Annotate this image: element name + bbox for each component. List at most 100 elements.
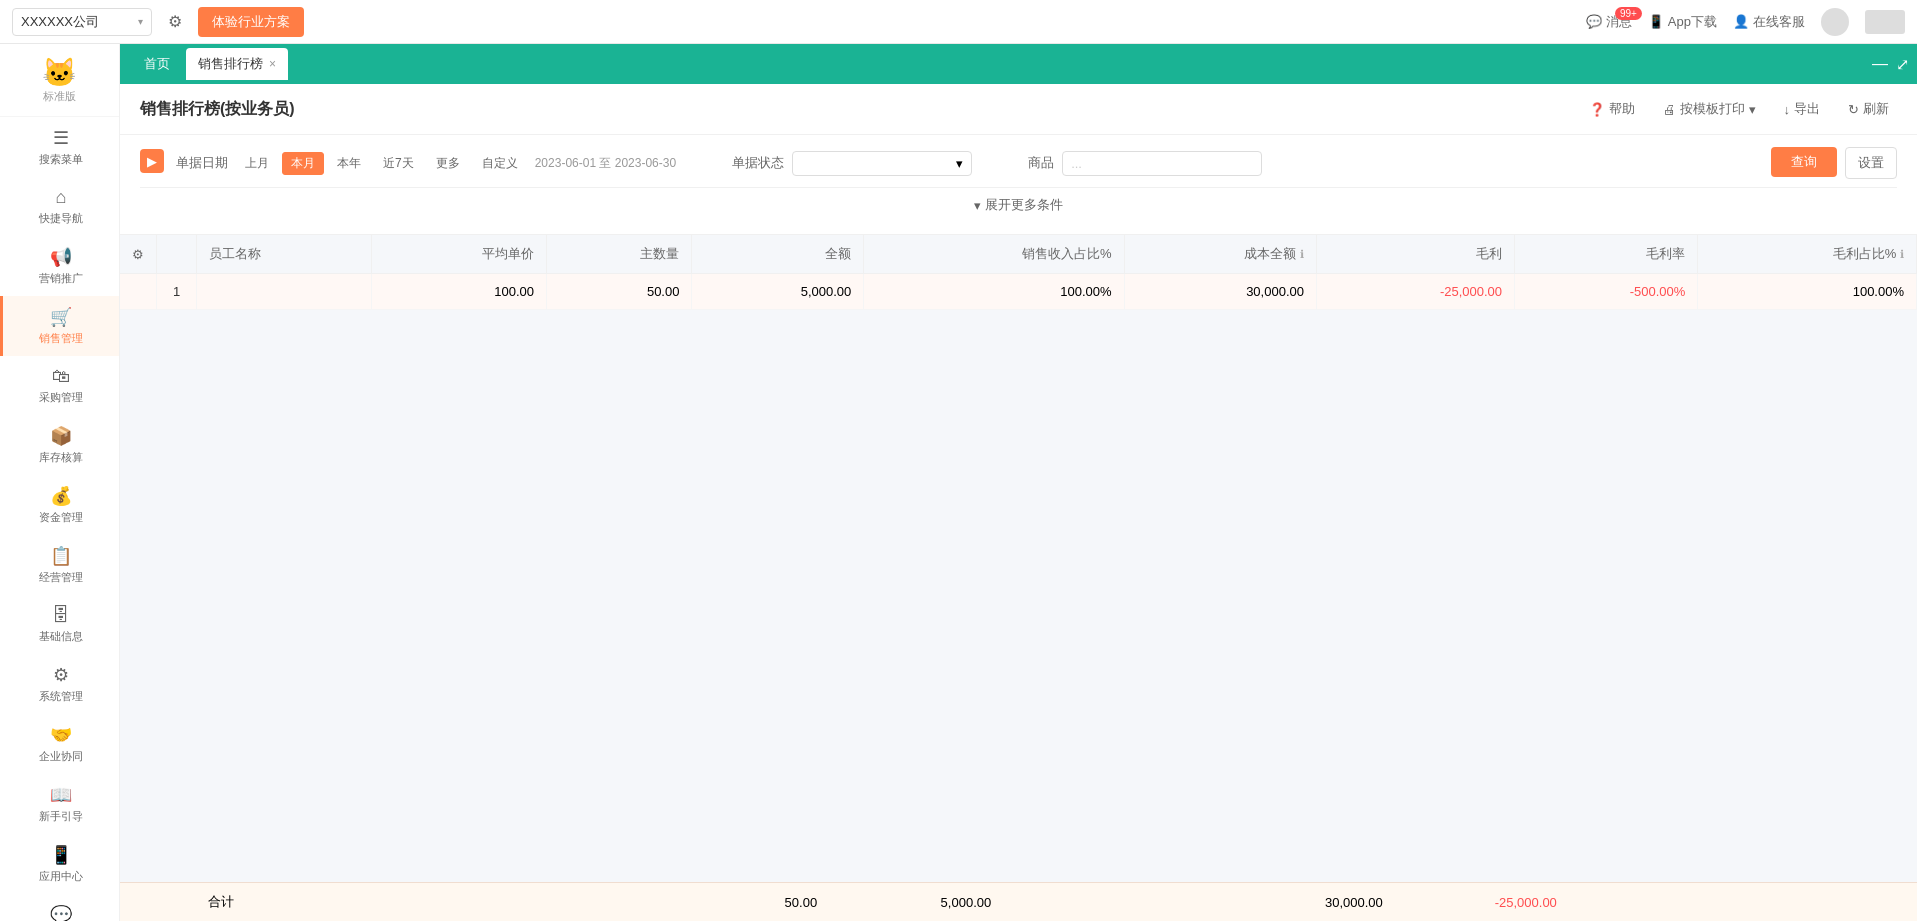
collab-icon: 🤝 bbox=[50, 724, 72, 746]
tab-minimize-button[interactable]: — bbox=[1872, 55, 1888, 73]
sidebar-item-base[interactable]: 🗄 基础信息 bbox=[0, 595, 119, 654]
date-current-btn[interactable]: 本月 bbox=[282, 152, 324, 175]
date-prev-btn[interactable]: 上月 bbox=[236, 152, 278, 175]
sidebar-item-apps[interactable]: 📱 应用中心 bbox=[0, 834, 119, 894]
tab-sales-ranking[interactable]: 销售排行榜 × bbox=[186, 48, 288, 80]
user-name[interactable] bbox=[1865, 10, 1905, 34]
refresh-button[interactable]: ↻ 刷新 bbox=[1840, 96, 1897, 122]
message-badge: 99+ bbox=[1615, 7, 1642, 20]
sidebar-item-wechat[interactable]: 💬 企业微信 bbox=[0, 894, 119, 921]
sidebar-item-collab[interactable]: 🤝 企业协同 bbox=[0, 714, 119, 774]
marketing-icon: 📢 bbox=[50, 246, 72, 268]
inventory-icon: 📦 bbox=[50, 425, 72, 447]
td-qty: 50.00 bbox=[547, 274, 692, 310]
sidebar: 🐱 标准版 ☰ 搜索菜单 ⌂ 快捷导航 📢 营销推广 🛒 销售管理 🛍 采购管理… bbox=[0, 44, 120, 921]
print-button[interactable]: 🖨 按模板打印 ▾ bbox=[1655, 96, 1764, 122]
content-area: 首页 销售排行榜 × — ⤢ 销售排行榜(按业务员) ❓ 帮助 bbox=[120, 44, 1917, 921]
table-wrapper[interactable]: ⚙ 员工名称 平均单价 主数量 全额 销售收入占比% 成本全额 ℹ 毛 bbox=[120, 235, 1917, 882]
td-profit: -25,000.00 bbox=[1316, 274, 1514, 310]
td-sales-pct: 100.00% bbox=[864, 274, 1124, 310]
refresh-icon: ↻ bbox=[1848, 102, 1859, 117]
sidebar-item-marketing[interactable]: 📢 营销推广 bbox=[0, 236, 119, 296]
filter-expand-arrow[interactable]: ▶ bbox=[140, 149, 164, 173]
th-sales-pct: 销售收入占比% bbox=[864, 235, 1124, 274]
date-custom-btn[interactable]: 自定义 bbox=[473, 152, 527, 175]
date-7days-btn[interactable]: 近7天 bbox=[374, 152, 423, 175]
sidebar-item-sales[interactable]: 🛒 销售管理 bbox=[0, 296, 119, 356]
system-icon: ⚙ bbox=[53, 664, 69, 686]
expand-row: ▾ 展开更多条件 bbox=[140, 187, 1897, 222]
sidebar-item-inventory[interactable]: 📦 库存核算 bbox=[0, 415, 119, 475]
th-profit-pct: 毛利占比% ℹ bbox=[1698, 235, 1917, 274]
help-icon: ❓ bbox=[1589, 102, 1605, 117]
finance-icon: 💰 bbox=[50, 485, 72, 507]
sidebar-item-business[interactable]: 📋 经营管理 bbox=[0, 535, 119, 595]
th-qty: 主数量 bbox=[547, 235, 692, 274]
export-button[interactable]: ↓ 导出 bbox=[1776, 96, 1829, 122]
date-year-btn[interactable]: 本年 bbox=[328, 152, 370, 175]
expand-more-button[interactable]: ▾ 展开更多条件 bbox=[974, 196, 1063, 214]
apps-icon: 📱 bbox=[50, 844, 72, 866]
sidebar-item-guide[interactable]: 📖 新手引导 bbox=[0, 774, 119, 834]
filter-actions: 查询 设置 bbox=[1771, 147, 1897, 179]
company-selector[interactable]: XXXXXX公司 ▾ bbox=[12, 8, 152, 36]
date-more-btn[interactable]: 更多 bbox=[427, 152, 469, 175]
sidebar-item-purchase[interactable]: 🛍 采购管理 bbox=[0, 356, 119, 415]
tab-close-icon[interactable]: × bbox=[269, 57, 276, 71]
table-footer: 合计 50.00 5,000.00 30,000.00 -25,000.00 bbox=[120, 882, 1917, 921]
sidebar-logo: 🐱 标准版 bbox=[0, 44, 119, 117]
filter-area: ▶ 单据日期 上月 本月 本年 近7天 更多 bbox=[120, 135, 1917, 235]
export-icon: ↓ bbox=[1784, 102, 1791, 117]
sidebar-label-purchase: 采购管理 bbox=[39, 390, 83, 405]
top-bar: XXXXXX公司 ▾ ⚙ 体验行业方案 💬 消息 99+ 📱 App下载 👤 在… bbox=[0, 0, 1917, 44]
tab-bar: 首页 销售排行榜 × — ⤢ bbox=[120, 44, 1917, 84]
trial-button[interactable]: 体验行业方案 bbox=[198, 7, 304, 37]
th-profit-rate: 毛利率 bbox=[1515, 235, 1698, 274]
goods-input[interactable]: ... bbox=[1062, 151, 1262, 176]
sidebar-item-shortcut[interactable]: ⌂ 快捷导航 bbox=[0, 177, 119, 236]
sidebar-item-finance[interactable]: 💰 资金管理 bbox=[0, 475, 119, 535]
th-name: 员工名称 bbox=[197, 235, 372, 274]
service-button[interactable]: 👤 在线客服 bbox=[1733, 13, 1805, 31]
help-button[interactable]: ❓ 帮助 bbox=[1581, 96, 1643, 122]
app-download-button[interactable]: 📱 App下载 bbox=[1648, 13, 1717, 31]
footer-label: 合计 bbox=[208, 893, 469, 911]
tab-home[interactable]: 首页 bbox=[128, 44, 186, 84]
footer-table: 合计 50.00 5,000.00 30,000.00 -25,000.00 bbox=[132, 893, 1905, 911]
sidebar-item-search[interactable]: ☰ 搜索菜单 bbox=[0, 117, 119, 177]
goods-filter: 商品 ... bbox=[1028, 151, 1262, 176]
query-button[interactable]: 查询 bbox=[1771, 147, 1837, 177]
goods-value: ... bbox=[1071, 156, 1082, 171]
td-rank: 1 bbox=[157, 274, 197, 310]
th-settings[interactable]: ⚙ bbox=[120, 235, 157, 274]
expand-icon: ▾ bbox=[974, 198, 981, 213]
goods-label: 商品 bbox=[1028, 154, 1054, 172]
sidebar-label-finance: 资金管理 bbox=[39, 510, 83, 525]
th-rank bbox=[157, 235, 197, 274]
th-amount: 全额 bbox=[692, 235, 864, 274]
message-button[interactable]: 💬 消息 99+ bbox=[1586, 13, 1632, 31]
page-content: 销售排行榜(按业务员) ❓ 帮助 🖨 按模板打印 ▾ ↓ 导出 bbox=[120, 84, 1917, 921]
sidebar-item-system[interactable]: ⚙ 系统管理 bbox=[0, 654, 119, 714]
status-select[interactable]: ▾ bbox=[792, 151, 972, 176]
settings-icon[interactable]: ⚙ bbox=[160, 7, 190, 37]
table-section: ⚙ 员工名称 平均单价 主数量 全额 销售收入占比% 成本全额 ℹ 毛 bbox=[120, 235, 1917, 921]
tab-maximize-button[interactable]: ⤢ bbox=[1896, 55, 1909, 74]
th-avg-price: 平均单价 bbox=[372, 235, 547, 274]
page-actions: ❓ 帮助 🖨 按模板打印 ▾ ↓ 导出 ↻ 刷新 bbox=[1581, 96, 1898, 122]
service-label: 在线客服 bbox=[1753, 13, 1805, 31]
filter-settings-button[interactable]: 设置 bbox=[1845, 147, 1897, 179]
footer-amount: 5,000.00 bbox=[817, 893, 991, 911]
avatar[interactable] bbox=[1821, 8, 1849, 36]
sidebar-label-apps: 应用中心 bbox=[39, 869, 83, 884]
service-icon: 👤 bbox=[1733, 14, 1749, 29]
td-settings bbox=[120, 274, 157, 310]
sidebar-label-collab: 企业协同 bbox=[39, 749, 83, 764]
td-avg-price: 100.00 bbox=[372, 274, 547, 310]
sidebar-label-system: 系统管理 bbox=[39, 689, 83, 704]
message-icon: 💬 bbox=[1586, 14, 1602, 29]
th-cost: 成本全额 ℹ bbox=[1124, 235, 1316, 274]
wechat-icon: 💬 bbox=[50, 904, 72, 921]
footer-profit-pct bbox=[1731, 893, 1905, 911]
date-range-display: 2023-06-01 至 2023-06-30 bbox=[535, 155, 676, 172]
